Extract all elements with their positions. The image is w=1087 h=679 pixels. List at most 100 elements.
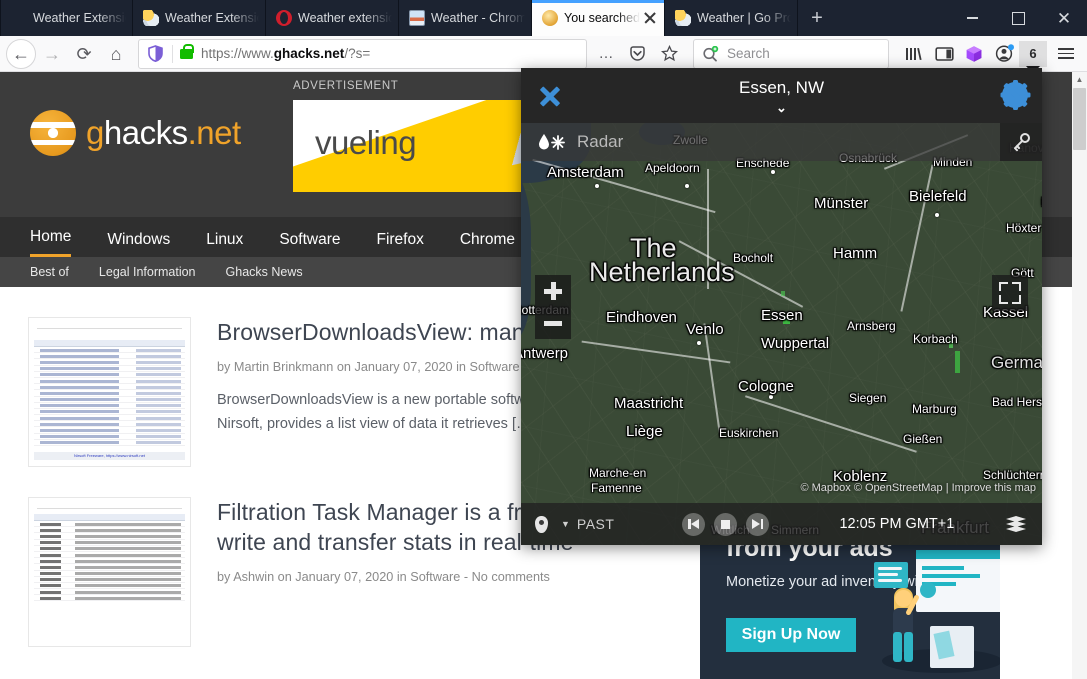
url-text: https://www.ghacks.net/?s= xyxy=(201,46,370,61)
nav-item-home[interactable]: Home xyxy=(30,228,71,257)
setupad-signup-button[interactable]: Sign Up Now xyxy=(726,618,856,652)
caret-down-icon[interactable]: ▼ xyxy=(561,519,570,529)
plus-icon xyxy=(544,282,562,300)
sidebar-icon[interactable] xyxy=(929,39,959,69)
back-button[interactable]: ← xyxy=(6,39,36,69)
map-place-label: Maastricht xyxy=(614,395,683,412)
scrollbar-thumb[interactable] xyxy=(1073,88,1086,150)
weather-location-title[interactable]: Essen, NW xyxy=(521,78,1042,98)
bookmark-star-icon[interactable] xyxy=(653,39,685,69)
layers-icon[interactable] xyxy=(1006,514,1026,534)
window-controls: ✕ xyxy=(949,0,1087,36)
radar-toolbar: Radar xyxy=(521,123,1042,161)
browser-tab-4[interactable]: Weather - Chrome xyxy=(399,0,532,36)
map-place-label: Famenne xyxy=(591,481,642,495)
pocket-icon[interactable] xyxy=(621,39,653,69)
timeline-mode-label[interactable]: PAST xyxy=(577,516,615,532)
back-arrow-icon: ← xyxy=(12,45,30,63)
nav-item-chrome[interactable]: Chrome xyxy=(460,231,515,257)
stop-icon xyxy=(721,520,730,529)
location-pin-icon[interactable] xyxy=(521,516,561,533)
thumb-rule xyxy=(37,508,182,509)
map-place-label: Cologne xyxy=(738,378,794,395)
map-place-label: Netherlands xyxy=(589,257,735,288)
map-place-label: Liège xyxy=(626,423,663,440)
home-button[interactable]: ⌂ xyxy=(100,39,132,69)
browser-tab-3[interactable]: Weather extension xyxy=(266,0,399,36)
forward-button[interactable]: → xyxy=(36,39,68,69)
key-icon[interactable] xyxy=(1000,123,1042,161)
toolbar-icons: 6 xyxy=(899,39,1081,69)
browser-tab-2[interactable]: Weather Extension xyxy=(133,0,266,36)
map-zoom-controls xyxy=(535,275,571,339)
stop-button[interactable] xyxy=(714,513,737,536)
opera-icon xyxy=(276,10,292,26)
scroll-up-icon[interactable]: ▲ xyxy=(1072,72,1087,87)
browser-window: Weather Extension Weather Extension Weat… xyxy=(0,0,1087,679)
next-button[interactable] xyxy=(746,513,769,536)
zoom-in-button[interactable] xyxy=(535,275,571,307)
article-thumbnail[interactable]: Nirsoft Freeware, https://www.nirsoft.ne… xyxy=(28,317,191,467)
close-window-button[interactable]: ✕ xyxy=(1041,0,1087,36)
forward-arrow-icon: → xyxy=(43,45,61,63)
extension-cube-icon[interactable] xyxy=(959,39,989,69)
playback-controls xyxy=(682,513,769,536)
map-city-dot xyxy=(697,341,701,345)
setupad-advertisement[interactable]: from your ads Monetize your ad inventory… xyxy=(700,538,1000,679)
search-bar[interactable]: Search xyxy=(693,39,889,69)
map-place-label: Arnsberg xyxy=(847,319,896,333)
nav-item-firefox[interactable]: Firefox xyxy=(376,231,423,257)
precipitation-icon xyxy=(535,132,569,152)
thumb-rule xyxy=(37,328,182,329)
address-bar[interactable]: https://www.ghacks.net/?s= xyxy=(138,39,587,69)
radar-map[interactable]: AmsterdamZwolleApeldoornEnschedeOsnabrüc… xyxy=(521,123,1042,545)
subnav-item-legal-information[interactable]: Legal Information xyxy=(99,265,196,279)
site-logo-text: ghacks.net xyxy=(86,114,241,152)
fullscreen-corner xyxy=(1012,295,1021,304)
menu-line xyxy=(1058,48,1074,50)
layer-plate xyxy=(1006,526,1026,532)
url-scheme: https://www. xyxy=(201,46,274,61)
menu-button[interactable] xyxy=(1051,39,1081,69)
radar-timestamp: 12:05 PM GMT+1 xyxy=(839,516,954,532)
tab-label: You searched f xyxy=(564,11,640,25)
subnav-item-best-of[interactable]: Best of xyxy=(30,265,69,279)
article-thumbnail[interactable] xyxy=(28,497,191,647)
account-icon[interactable] xyxy=(989,39,1019,69)
tab-close-icon[interactable] xyxy=(642,10,658,26)
tab-label: Weather Extension xyxy=(33,11,126,25)
illus-target-circle xyxy=(920,582,936,598)
search-placeholder: Search xyxy=(727,46,770,61)
chevron-down-icon[interactable]: ⌄ xyxy=(776,100,787,116)
browser-tab-1[interactable]: Weather Extension xyxy=(0,0,133,36)
maximize-button[interactable] xyxy=(995,0,1041,36)
illus-line xyxy=(878,579,902,582)
tracking-protection-shield-icon[interactable] xyxy=(145,45,165,62)
site-logo[interactable]: ghacks.net xyxy=(30,110,241,156)
new-tab-button[interactable]: + xyxy=(798,0,836,36)
map-place-label: Marburg xyxy=(912,402,957,416)
nav-item-software[interactable]: Software xyxy=(279,231,340,257)
library-icon[interactable] xyxy=(899,39,929,69)
reload-button[interactable]: ⟳ xyxy=(68,39,100,69)
gear-icon[interactable] xyxy=(1002,82,1028,108)
ghacks-globe-icon xyxy=(30,110,76,156)
search-icon xyxy=(702,46,720,62)
extension-badge-count[interactable]: 6 xyxy=(1019,41,1047,67)
zoom-out-button[interactable] xyxy=(535,307,571,339)
browser-tab-6[interactable]: Weather | Go Pro xyxy=(665,0,798,36)
navigation-toolbar: ← → ⟳ ⌂ https://www.ghacks.net/?s= … Sea… xyxy=(0,36,1087,72)
radar-precipitation-blip xyxy=(955,351,960,373)
nav-item-linux[interactable]: Linux xyxy=(206,231,243,257)
fullscreen-button[interactable] xyxy=(992,275,1028,311)
browser-tab-5-active[interactable]: You searched f xyxy=(532,0,665,36)
minimize-button[interactable] xyxy=(949,0,995,36)
lock-icon[interactable] xyxy=(180,49,193,59)
previous-button[interactable] xyxy=(682,513,705,536)
subnav-item-ghacks-news[interactable]: Ghacks News xyxy=(226,265,303,279)
map-attribution[interactable]: © Mapbox © OpenStreetMap | Improve this … xyxy=(800,482,1036,494)
page-scrollbar[interactable]: ▲ xyxy=(1072,72,1087,679)
nav-item-windows[interactable]: Windows xyxy=(107,231,170,257)
page-actions-button[interactable]: … xyxy=(593,45,622,62)
illus-person-leg xyxy=(904,632,913,662)
